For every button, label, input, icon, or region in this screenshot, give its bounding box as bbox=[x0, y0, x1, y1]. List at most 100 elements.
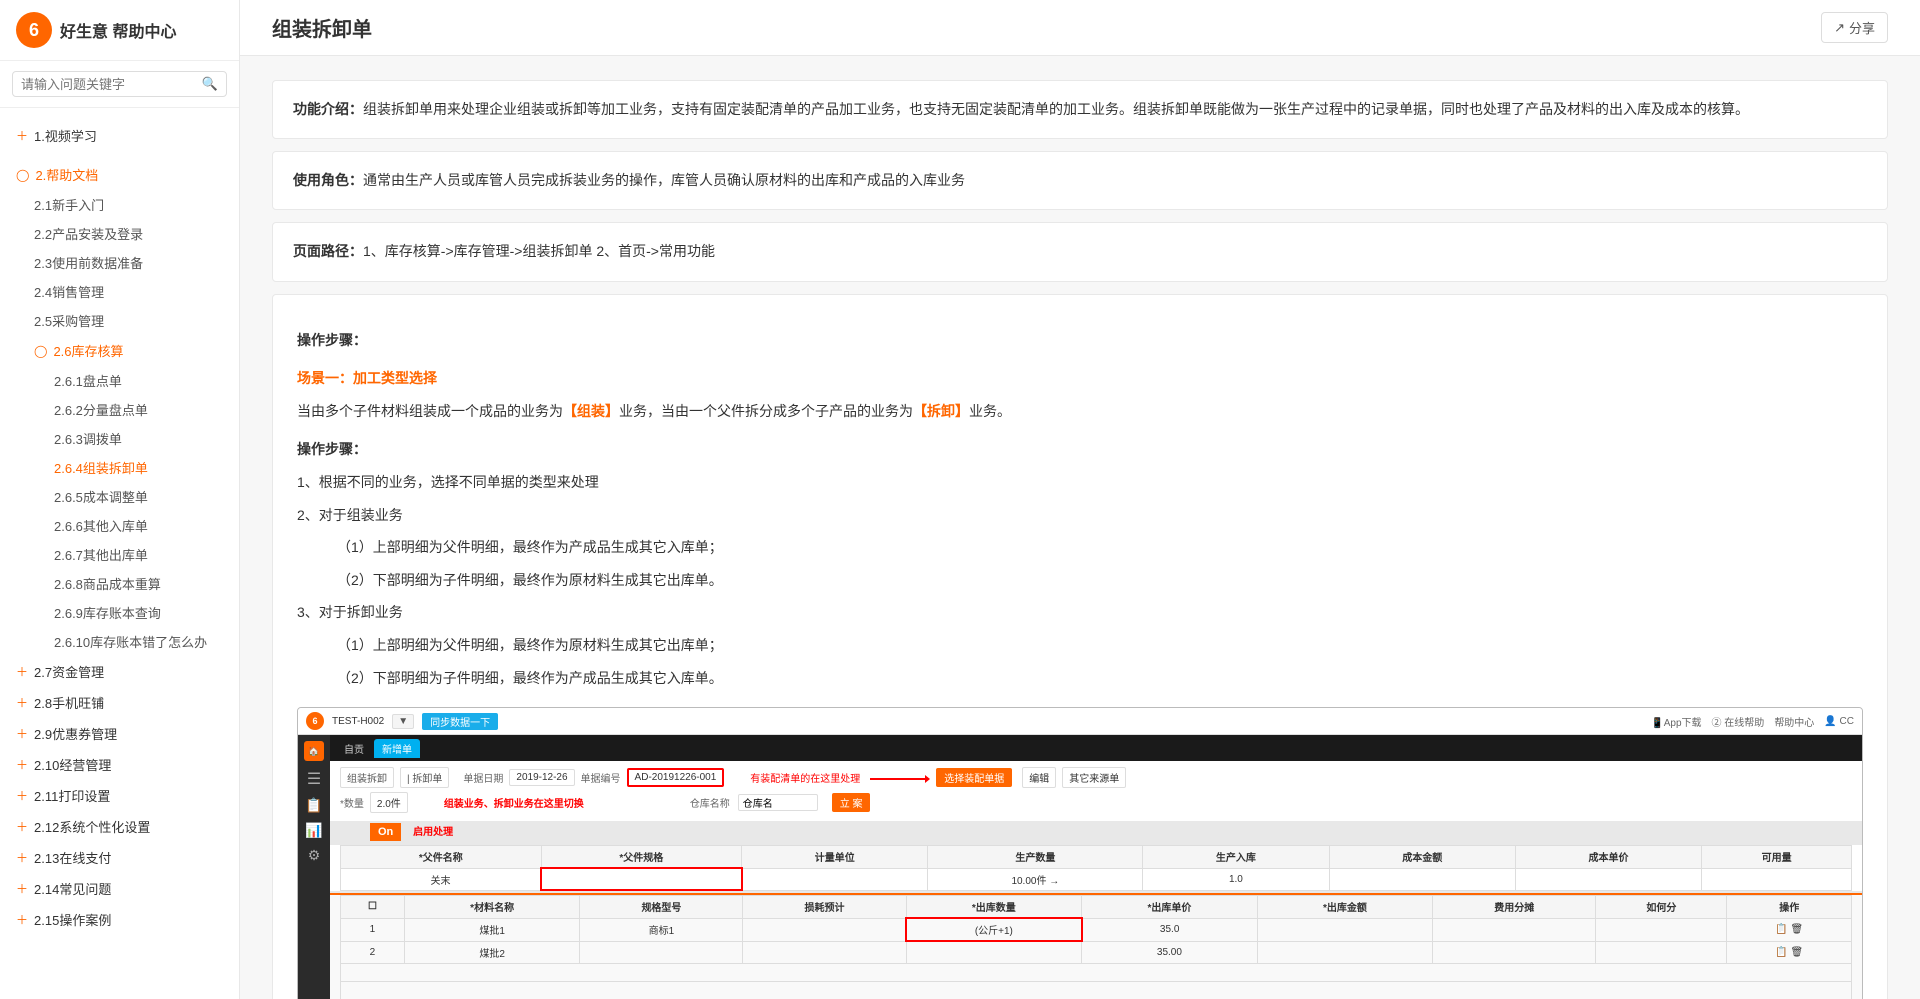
sidebar-item-2-15-label: 2.15操作案例 bbox=[34, 910, 111, 929]
mock-ltd-loss-1 bbox=[743, 918, 906, 941]
sidebar-header: 6 好生意 帮助中心 bbox=[0, 0, 239, 61]
mock-ltd-name-1: 煤批1 bbox=[404, 918, 580, 941]
mock-th-costunit: 成本单价 bbox=[1515, 846, 1701, 869]
mock-lth-alloc: 费用分摊 bbox=[1433, 896, 1596, 919]
sidebar-item-2-6-2[interactable]: 2.6.2分量盘点单 bbox=[0, 395, 239, 424]
step2: 2、对于组装业务 bbox=[297, 502, 1863, 529]
plus-icon-2-12: ＋ bbox=[16, 818, 28, 835]
sidebar-item-2-13[interactable]: ＋ 2.13在线支付 bbox=[0, 842, 239, 873]
sidebar-item-2-6-4[interactable]: 2.6.4组装拆卸单 bbox=[0, 453, 239, 482]
search-input-wrap[interactable]: 🔍 bbox=[12, 71, 227, 97]
role-label: 使用角色： bbox=[293, 172, 363, 188]
mock-td-prodinput: 1.0 bbox=[1143, 868, 1329, 890]
sidebar-item-2-8[interactable]: ＋ 2.8手机旺铺 bbox=[0, 687, 239, 718]
path-block: 页面路径：1、库存核算->库存管理->组装拆卸单 2、首页->常用功能 bbox=[272, 222, 1888, 281]
sidebar-item-2-6-7[interactable]: 2.6.7其他出库单 bbox=[0, 540, 239, 569]
mock-ltd-outprice-2: 35.00 bbox=[1082, 941, 1258, 963]
sidebar-item-2-6[interactable]: ◯ 2.6库存核算 bbox=[0, 335, 239, 366]
table-row: 2 煤批2 35.00 📋 bbox=[341, 941, 1852, 963]
mock-td-costunit bbox=[1515, 868, 1701, 890]
mock-icon-center: 帮助中心 bbox=[1774, 714, 1814, 729]
sidebar-item-2-11[interactable]: ＋ 2.11打印设置 bbox=[0, 780, 239, 811]
mock-top-icons: 📱App下载 ② 在线帮助 帮助中心 👤 CC bbox=[1651, 714, 1854, 729]
content-area: 功能介绍：组装拆卸单用来处理企业组装或拆卸等加工业务，支持有固定装配清单的产品加… bbox=[240, 56, 1920, 999]
mock-lower-table-header: ☐ *材料名称 规格型号 损耗预计 *出库数量 *出库单价 *出库金额 费用分摊 bbox=[341, 896, 1852, 919]
mock-tab-new: 新增单 bbox=[374, 739, 420, 758]
plus-icon-2-13: ＋ bbox=[16, 849, 28, 866]
nav-section-2: ◯ 2.帮助文档 2.1新手入门 2.2产品安装及登录 2.3使用前数据准备 2… bbox=[0, 155, 239, 939]
mock-nav-icon-2: 📋 bbox=[305, 797, 322, 814]
sidebar-item-2-10[interactable]: ＋ 2.10经营管理 bbox=[0, 749, 239, 780]
minus-icon-2-6: ◯ bbox=[34, 344, 47, 358]
search-icon[interactable]: 🔍 bbox=[202, 76, 218, 92]
step3: 3、对于拆卸业务 bbox=[297, 599, 1863, 626]
search-input[interactable] bbox=[21, 77, 202, 92]
mock-lth-loss: 损耗预计 bbox=[743, 896, 906, 919]
sidebar-item-2-6-10[interactable]: 2.6.10库存账本错了怎么办 bbox=[0, 627, 239, 656]
sidebar-item-2-12[interactable]: ＋ 2.12系统个性化设置 bbox=[0, 811, 239, 842]
mock-th-cost: 成本金额 bbox=[1329, 846, 1515, 869]
sidebar-item-2-14[interactable]: ＋ 2.14常见问题 bbox=[0, 873, 239, 904]
mock-ltd-check-1: 1 bbox=[341, 918, 405, 941]
sidebar-item-2-label: 2.帮助文档 bbox=[35, 165, 98, 184]
mock-date-value: 2019-12-26 bbox=[509, 769, 574, 786]
mock-lth-outqty: *出库数量 bbox=[906, 896, 1082, 919]
sidebar-item-2-6-8[interactable]: 2.6.8商品成本重算 bbox=[0, 569, 239, 598]
logo-icon: 6 bbox=[16, 12, 52, 48]
mock-arrow-1 bbox=[870, 770, 930, 786]
mock-th-prodinput: 生产入库 bbox=[1143, 846, 1329, 869]
sidebar-item-2-9-label: 2.9优惠券管理 bbox=[34, 724, 117, 743]
mock-ltd-alloc-1 bbox=[1433, 918, 1596, 941]
sidebar-item-2-1[interactable]: 2.1新手入门 bbox=[0, 190, 239, 219]
sidebar-item-2-15[interactable]: ＋ 2.15操作案例 bbox=[0, 904, 239, 935]
sidebar-item-2-6-1[interactable]: 2.6.1盘点单 bbox=[0, 366, 239, 395]
mock-qty-label-2: *数量 bbox=[340, 795, 364, 810]
mock-upper-table: *父件名称 *父件规格 计量单位 生产数量 生产入库 成本金额 成本单价 可用量 bbox=[340, 845, 1852, 891]
sidebar-item-2-6-9[interactable]: 2.6.9库存账本查询 bbox=[0, 598, 239, 627]
sidebar-item-2-5[interactable]: 2.5采购管理 bbox=[0, 306, 239, 335]
mock-ltd-spec-1: 商标1 bbox=[580, 918, 743, 941]
mock-upper-table-body: 关末 10.00件 → 1.0 bbox=[341, 868, 1852, 890]
mock-nav-tabs: 自贡 新增单 bbox=[330, 735, 1862, 761]
sidebar-item-2-3[interactable]: 2.3使用前数据准备 bbox=[0, 248, 239, 277]
ops-steps-label: 操作步骤： bbox=[297, 327, 1863, 354]
sidebar-item-2-2[interactable]: 2.2产品安装及登录 bbox=[0, 219, 239, 248]
share-button[interactable]: ↗ 分享 bbox=[1821, 12, 1888, 43]
sidebar-item-2-7[interactable]: ＋ 2.7资金管理 bbox=[0, 656, 239, 687]
sidebar-item-2-6-3[interactable]: 2.6.3调拨单 bbox=[0, 424, 239, 453]
mock-app-body: 🏠 ☰ 📋 📊 ⚙ 自贡 新增单 bbox=[298, 735, 1862, 999]
sidebar-item-2-14-label: 2.14常见问题 bbox=[34, 879, 111, 898]
role-text: 通常由生产人员或库管人员完成拆装业务的操作，库管人员确认原材料的出库和产成品的入… bbox=[363, 172, 965, 188]
plus-icon-2-11: ＋ bbox=[16, 787, 28, 804]
sidebar-item-2-4[interactable]: 2.4销售管理 bbox=[0, 277, 239, 306]
mock-selector: ▼ bbox=[392, 714, 414, 729]
sidebar-item-2-6-6[interactable]: 2.6.6其他入库单 bbox=[0, 511, 239, 540]
sidebar-item-2-6-label: 2.6库存核算 bbox=[53, 341, 123, 360]
sidebar-item-2-13-label: 2.13在线支付 bbox=[34, 848, 111, 867]
sidebar-item-1[interactable]: ＋ 1.视频学习 bbox=[0, 120, 239, 151]
mock-tab-home: 自贡 bbox=[336, 739, 372, 758]
sidebar-item-2[interactable]: ◯ 2.帮助文档 bbox=[0, 159, 239, 190]
mock-lth-outamt: *出库金额 bbox=[1257, 896, 1433, 919]
mock-ltd-outamt-2 bbox=[1257, 941, 1433, 963]
table-row: 1 煤批1 商标1 (公斤+1) 35.0 bbox=[341, 918, 1852, 941]
step3-2: （2）下部明细为子件明细，最终作为产成品生成其它入库单。 bbox=[297, 665, 1863, 692]
sidebar-item-2-6-5[interactable]: 2.6.5成本调整单 bbox=[0, 482, 239, 511]
plus-icon-2-14: ＋ bbox=[16, 880, 28, 897]
mock-form-row-2: *数量 2.0件 组装业务、拆卸业务在这里切换 仓库名称 立 案 bbox=[340, 792, 1852, 813]
mock-lth-ops: 操作 bbox=[1727, 896, 1852, 919]
page-title: 组装拆卸单 bbox=[272, 13, 372, 42]
sidebar-item-2-9[interactable]: ＋ 2.9优惠券管理 bbox=[0, 718, 239, 749]
mock-ltd-how-1 bbox=[1596, 918, 1727, 941]
mock-upper-table-header: *父件名称 *父件规格 计量单位 生产数量 生产入库 成本金额 成本单价 可用量 bbox=[341, 846, 1852, 869]
mock-ltd-ops-2: 📋 🗑 bbox=[1727, 941, 1852, 963]
mock-sync-btn: 同步数据一下 bbox=[422, 713, 498, 730]
plus-icon-2-10: ＋ bbox=[16, 756, 28, 773]
mock-th-avail: 可用量 bbox=[1702, 846, 1852, 869]
path-label: 页面路径： bbox=[293, 243, 363, 259]
mock-td-avail bbox=[1702, 868, 1852, 890]
mock-wh-input[interactable] bbox=[738, 794, 818, 811]
mock-type-btn-right: | 拆卸单 bbox=[400, 767, 449, 788]
mock-nav-icon-4: ⚙ bbox=[308, 847, 321, 864]
mock-icon-app: 📱App下载 bbox=[1651, 714, 1701, 729]
